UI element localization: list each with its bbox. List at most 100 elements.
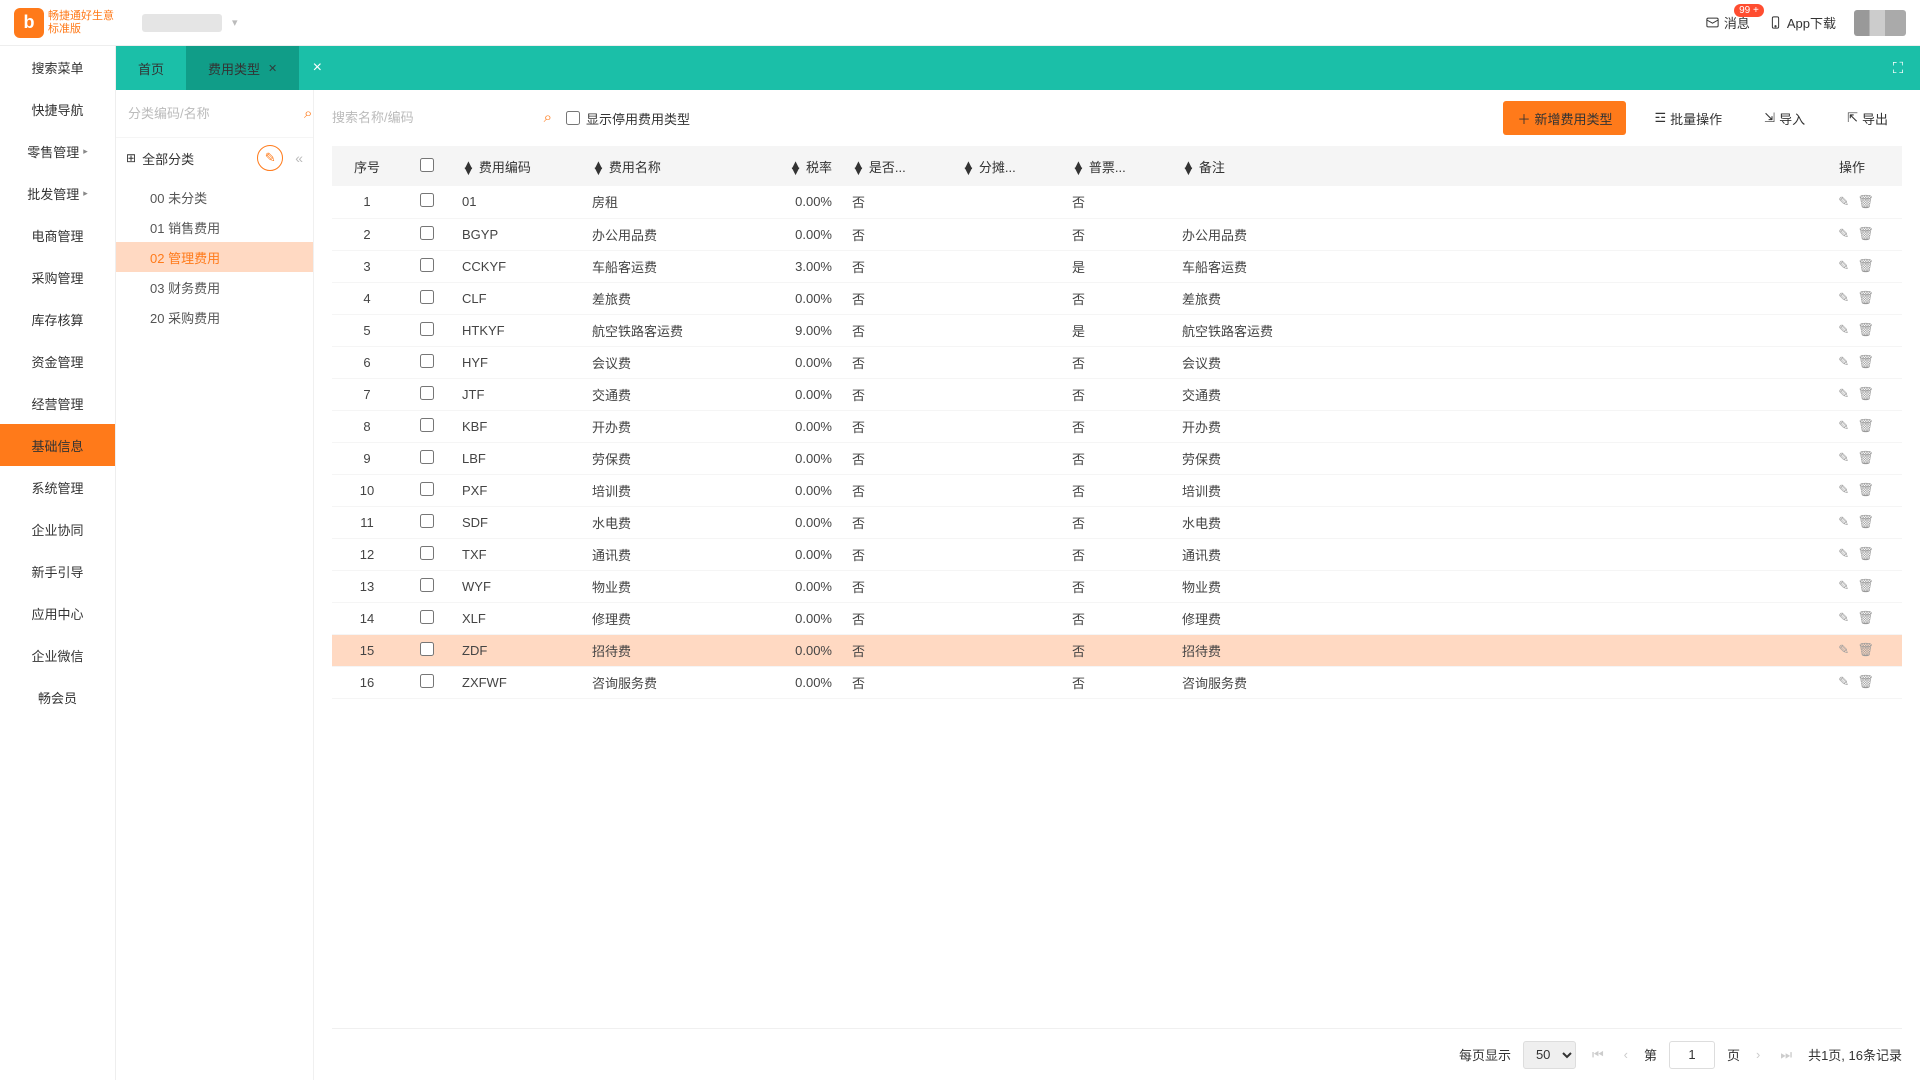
table-row[interactable]: 4CLF差旅费0.00%否否差旅费✎🗑 — [332, 282, 1902, 314]
sidebar-item[interactable]: 畅会员 — [0, 676, 115, 718]
edit-icon[interactable]: ✎ — [1838, 194, 1849, 209]
table-row[interactable]: 12TXF通讯费0.00%否否通讯费✎🗑 — [332, 538, 1902, 570]
fullscreen-button[interactable] — [1876, 46, 1920, 90]
edit-icon[interactable]: ✎ — [1838, 482, 1849, 497]
category-item[interactable]: 00 未分类 — [116, 182, 313, 212]
export-button[interactable]: ⇱ 导出 — [1833, 101, 1902, 135]
table-row[interactable]: 15ZDF招待费0.00%否否招待费✎🗑 — [332, 634, 1902, 666]
table-row[interactable]: 2BGYP办公用品费0.00%否否办公用品费✎🗑 — [332, 218, 1902, 250]
user-avatar[interactable] — [1854, 10, 1906, 36]
edit-icon[interactable]: ✎ — [1838, 578, 1849, 593]
app-download-button[interactable]: App下载 — [1768, 13, 1836, 32]
table-search-input[interactable] — [332, 110, 544, 125]
col-name[interactable]: ▲▼费用名称 — [582, 146, 742, 186]
row-checkbox[interactable] — [420, 386, 434, 400]
select-all-checkbox[interactable] — [420, 158, 434, 172]
last-page-button[interactable]: ⏭ — [1776, 1047, 1796, 1063]
search-icon[interactable]: ⌕ — [544, 109, 552, 126]
table-row[interactable]: 10PXF培训费0.00%否否培训费✎🗑 — [332, 474, 1902, 506]
row-checkbox[interactable] — [420, 258, 434, 272]
messages-button[interactable]: 消息 99 + — [1705, 13, 1750, 32]
row-checkbox[interactable] — [420, 322, 434, 336]
row-checkbox[interactable] — [420, 482, 434, 496]
search-icon[interactable]: ⌕ — [304, 105, 312, 122]
row-checkbox[interactable] — [420, 642, 434, 656]
close-icon[interactable]: ✕ — [268, 62, 277, 75]
sidebar-item[interactable]: 快捷导航 — [0, 88, 115, 130]
show-disabled-input[interactable] — [566, 111, 580, 125]
sidebar-item[interactable]: 经营管理 — [0, 382, 115, 424]
delete-icon[interactable]: 🗑 — [1857, 226, 1874, 241]
row-checkbox[interactable] — [420, 354, 434, 368]
sidebar-item[interactable]: 搜索菜单 — [0, 46, 115, 88]
sidebar-item[interactable]: 采购管理 — [0, 256, 115, 298]
edit-icon[interactable]: ✎ — [1838, 642, 1849, 657]
col-is[interactable]: ▲▼是否... — [842, 146, 952, 186]
sidebar-item[interactable]: 基础信息 — [0, 424, 115, 466]
first-page-button[interactable]: ⏮ — [1588, 1047, 1608, 1063]
row-checkbox[interactable] — [420, 193, 434, 207]
collapse-panel-button[interactable]: « — [295, 150, 303, 166]
row-checkbox[interactable] — [420, 546, 434, 560]
sidebar-item[interactable]: 应用中心 — [0, 592, 115, 634]
close-tab-button[interactable]: × — [299, 46, 335, 90]
row-checkbox[interactable] — [420, 450, 434, 464]
sidebar-item[interactable]: 资金管理 — [0, 340, 115, 382]
edit-icon[interactable]: ✎ — [1838, 450, 1849, 465]
edit-icon[interactable]: ✎ — [1838, 514, 1849, 529]
table-row[interactable]: 9LBF劳保费0.00%否否劳保费✎🗑 — [332, 442, 1902, 474]
table-row[interactable]: 16ZXFWF咨询服务费0.00%否否咨询服务费✎🗑 — [332, 666, 1902, 698]
delete-icon[interactable]: 🗑 — [1857, 514, 1874, 529]
table-row[interactable]: 6HYF会议费0.00%否否会议费✎🗑 — [332, 346, 1902, 378]
edit-icon[interactable]: ✎ — [1838, 290, 1849, 305]
prev-page-button[interactable]: ‹ — [1620, 1047, 1632, 1062]
batch-button[interactable]: ☲ 批量操作 — [1640, 101, 1736, 135]
col-code[interactable]: ▲▼费用编码 — [452, 146, 582, 186]
next-page-button[interactable]: › — [1752, 1047, 1764, 1062]
delete-icon[interactable]: 🗑 — [1857, 258, 1874, 273]
edit-icon[interactable]: ✎ — [1838, 226, 1849, 241]
edit-icon[interactable]: ✎ — [1838, 674, 1849, 689]
tab[interactable]: 费用类型✕ — [186, 46, 299, 90]
delete-icon[interactable]: 🗑 — [1857, 386, 1874, 401]
all-categories-label[interactable]: 全部分类 — [142, 149, 194, 168]
edit-categories-button[interactable]: ✎ — [257, 145, 283, 171]
edit-icon[interactable]: ✎ — [1838, 354, 1849, 369]
delete-icon[interactable]: 🗑 — [1857, 450, 1874, 465]
tab[interactable]: 首页 — [116, 46, 186, 90]
sidebar-item[interactable]: 企业协同 — [0, 508, 115, 550]
sidebar-item[interactable]: 零售管理▸ — [0, 130, 115, 172]
col-ticket[interactable]: ▲▼普票... — [1062, 146, 1172, 186]
row-checkbox[interactable] — [420, 514, 434, 528]
show-disabled-checkbox[interactable]: 显示停用费用类型 — [566, 109, 690, 128]
table-row[interactable]: 5HTKYF航空铁路客运费9.00%否是航空铁路客运费✎🗑 — [332, 314, 1902, 346]
table-row[interactable]: 14XLF修理费0.00%否否修理费✎🗑 — [332, 602, 1902, 634]
tenant-selector[interactable]: ▾ — [142, 14, 238, 32]
page-input[interactable] — [1669, 1041, 1715, 1069]
edit-icon[interactable]: ✎ — [1838, 258, 1849, 273]
edit-icon[interactable]: ✎ — [1838, 322, 1849, 337]
row-checkbox[interactable] — [420, 226, 434, 240]
sidebar-item[interactable]: 电商管理 — [0, 214, 115, 256]
row-checkbox[interactable] — [420, 290, 434, 304]
table-row[interactable]: 7JTF交通费0.00%否否交通费✎🗑 — [332, 378, 1902, 410]
delete-icon[interactable]: 🗑 — [1857, 194, 1874, 209]
table-row[interactable]: 8KBF开办费0.00%否否开办费✎🗑 — [332, 410, 1902, 442]
edit-icon[interactable]: ✎ — [1838, 386, 1849, 401]
table-row[interactable]: 13WYF物业费0.00%否否物业费✎🗑 — [332, 570, 1902, 602]
delete-icon[interactable]: 🗑 — [1857, 642, 1874, 657]
delete-icon[interactable]: 🗑 — [1857, 418, 1874, 433]
table-row[interactable]: 11SDF水电费0.00%否否水电费✎🗑 — [332, 506, 1902, 538]
col-remark[interactable]: ▲▼备注 — [1172, 146, 1802, 186]
category-item[interactable]: 01 销售费用 — [116, 212, 313, 242]
delete-icon[interactable]: 🗑 — [1857, 674, 1874, 689]
sidebar-item[interactable]: 企业微信 — [0, 634, 115, 676]
category-item[interactable]: 02 管理费用 — [116, 242, 313, 272]
edit-icon[interactable]: ✎ — [1838, 610, 1849, 625]
row-checkbox[interactable] — [420, 610, 434, 624]
delete-icon[interactable]: 🗑 — [1857, 610, 1874, 625]
col-seq[interactable]: 序号 — [332, 146, 402, 186]
row-checkbox[interactable] — [420, 418, 434, 432]
row-checkbox[interactable] — [420, 578, 434, 592]
new-button[interactable]: ＋ 新增费用类型 — [1503, 101, 1626, 135]
